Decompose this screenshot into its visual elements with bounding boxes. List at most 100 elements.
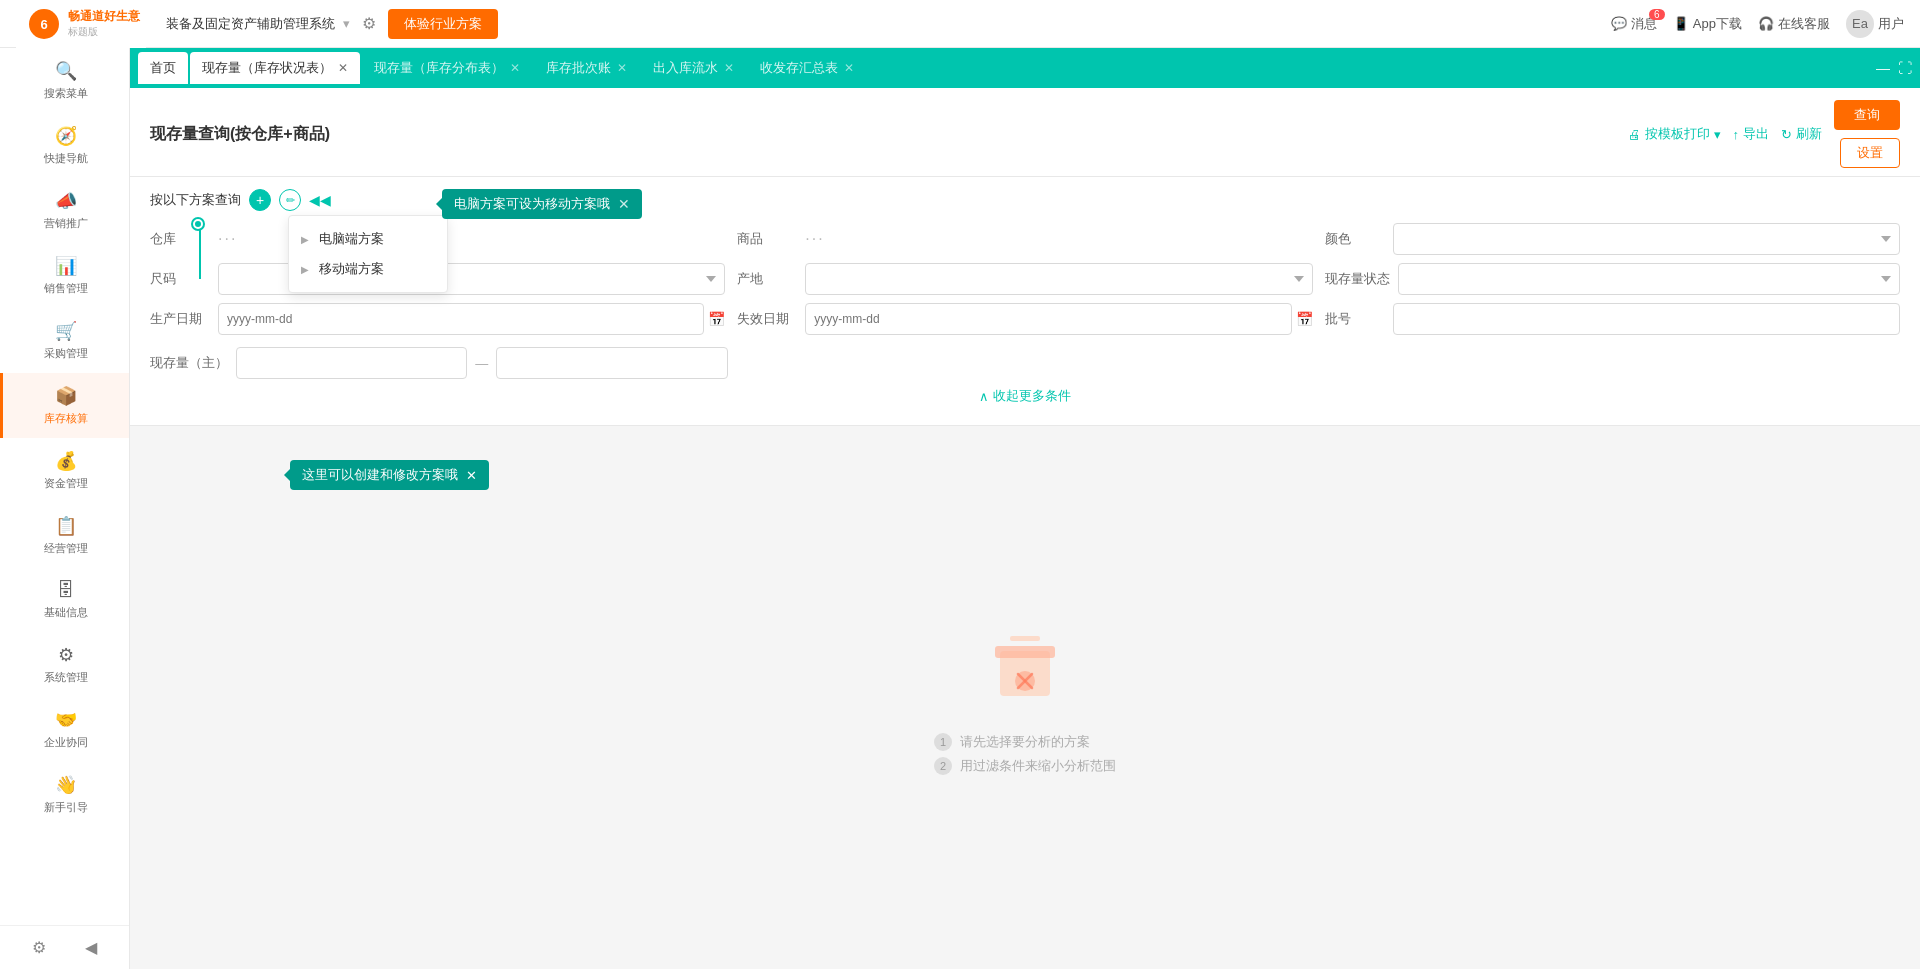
empty-hint-2: 2 用过滤条件来缩小分析范围: [934, 757, 1116, 775]
empty-hint-1: 1 请先选择要分析的方案: [934, 733, 1116, 751]
sidebar-item-company[interactable]: 🤝 企业协同: [0, 697, 129, 762]
avatar: Ea: [1846, 10, 1874, 38]
filter-edit-btn[interactable]: ✏: [279, 189, 301, 211]
produce-date-label: 生产日期: [150, 310, 210, 328]
print-btn[interactable]: 🖨 按模板打印 ▾: [1628, 125, 1721, 143]
stock-status-select[interactable]: [1398, 263, 1900, 295]
sidebar-label-system: 系统管理: [44, 670, 88, 685]
print-dropdown-icon[interactable]: ▾: [1714, 127, 1721, 142]
product-dots[interactable]: ···: [805, 230, 824, 248]
sidebar-item-inventory[interactable]: 📦 库存核算: [0, 373, 129, 438]
sidebar-item-newbie[interactable]: 👋 新手引导: [0, 762, 129, 827]
print-icon: 🖨: [1628, 127, 1641, 142]
sidebar-item-operations[interactable]: 📋 经营管理: [0, 503, 129, 568]
sidebar-item-purchase[interactable]: 🛒 采购管理: [0, 308, 129, 373]
sidebar: 🔍 搜索菜单 🧭 快捷导航 📣 营销推广 📊 销售管理 🛒 采购管理 📦: [0, 48, 130, 969]
app-download-label: App下载: [1693, 15, 1742, 33]
user-profile-item[interactable]: Ea 用户: [1846, 10, 1904, 38]
settings-gear-icon[interactable]: ⚙: [362, 14, 376, 33]
scheme-tooltip1-text: 电脑方案可设为移动方案哦: [454, 195, 610, 213]
tab-inventory-status-close[interactable]: ✕: [338, 61, 348, 75]
produce-date-start[interactable]: [218, 303, 704, 335]
collapse-label: 收起更多条件: [993, 387, 1071, 405]
batch-input[interactable]: [1393, 303, 1900, 335]
filter-field-stock-status: 现存量状态: [1325, 263, 1900, 295]
industry-btn[interactable]: 体验行业方案: [388, 9, 498, 39]
tab-inventory-dist[interactable]: 现存量（库存分布表） ✕: [362, 52, 532, 84]
filter-add-btn[interactable]: +: [249, 189, 271, 211]
sidebar-item-marketing[interactable]: 📣 营销推广: [0, 178, 129, 243]
sidebar-item-basic[interactable]: 🗄 基础信息: [0, 568, 129, 632]
tab-inout-flow-close[interactable]: ✕: [724, 61, 734, 75]
message-icon-item[interactable]: 💬 消息 6: [1611, 15, 1657, 33]
sidebar-item-guide[interactable]: 🧭 快捷导航: [0, 113, 129, 178]
scheme-tooltip2-close[interactable]: ✕: [466, 468, 477, 483]
system-selector[interactable]: 装备及固定资产辅助管理系统 ▾: [166, 15, 350, 33]
sidebar-label-marketing: 营销推广: [44, 216, 88, 231]
tab-inventory-dist-close[interactable]: ✕: [510, 61, 520, 75]
page-title: 现存量查询(按仓库+商品): [150, 124, 330, 145]
product-label: 商品: [737, 230, 797, 248]
scheme-connector-dot: [193, 219, 203, 229]
scheme-tooltip2: 这里可以创建和修改方案哦 ✕: [290, 460, 489, 490]
origin-select[interactable]: [805, 263, 1312, 295]
marketing-icon: 📣: [55, 190, 77, 212]
message-icon: 💬: [1611, 16, 1627, 31]
collapse-btn[interactable]: ∧ 收起更多条件: [150, 379, 1900, 413]
tab-inout-flow-label: 出入库流水: [653, 59, 718, 77]
refresh-btn[interactable]: ↻ 刷新: [1781, 125, 1822, 143]
sidebar-label-guide: 快捷导航: [44, 151, 88, 166]
set-btn[interactable]: 设置: [1840, 138, 1900, 168]
expire-date-start-calendar[interactable]: 📅: [1296, 311, 1313, 327]
qty-max-input[interactable]: [496, 347, 727, 379]
export-btn[interactable]: ↑ 导出: [1733, 125, 1770, 143]
tab-inventory-batch-close[interactable]: ✕: [617, 61, 627, 75]
color-select[interactable]: [1393, 223, 1900, 255]
origin-label: 产地: [737, 270, 797, 288]
inventory-icon: 📦: [55, 385, 77, 407]
expire-date-range: 📅: [805, 303, 1312, 335]
online-service-item[interactable]: 🎧 在线客服: [1758, 15, 1830, 33]
tab-home[interactable]: 首页: [138, 52, 188, 84]
tab-inventory-batch[interactable]: 库存批次账 ✕: [534, 52, 639, 84]
tab-inout-flow[interactable]: 出入库流水 ✕: [641, 52, 746, 84]
scheme-tooltip2-text: 这里可以创建和修改方案哦: [302, 466, 458, 484]
tab-receive-summary[interactable]: 收发存汇总表 ✕: [748, 52, 866, 84]
operations-icon: 📋: [55, 515, 77, 537]
warehouse-dots[interactable]: ···: [218, 230, 237, 248]
svg-rect-3: [995, 646, 1055, 658]
sidebar-label-purchase: 采购管理: [44, 346, 88, 361]
tab-receive-summary-close[interactable]: ✕: [844, 61, 854, 75]
sidebar-label-finance: 资金管理: [44, 476, 88, 491]
sidebar-settings-icon[interactable]: ⚙: [32, 938, 46, 957]
sidebar-item-sales[interactable]: 📊 销售管理: [0, 243, 129, 308]
online-service-label: 在线客服: [1778, 15, 1830, 33]
dropdown-icon[interactable]: ▾: [343, 16, 350, 31]
query-btn[interactable]: 查询: [1834, 100, 1900, 130]
sidebar-item-system[interactable]: ⚙ 系统管理: [0, 632, 129, 697]
sidebar-item-finance[interactable]: 💰 资金管理: [0, 438, 129, 503]
sidebar-item-search[interactable]: 🔍 搜索菜单: [0, 48, 129, 113]
expire-date-start[interactable]: [805, 303, 1291, 335]
filter-row-3: 生产日期 📅 失效日期 📅 批号: [150, 303, 1900, 335]
app-download-item[interactable]: 📱 App下载: [1673, 15, 1742, 33]
filter-field-origin: 产地: [737, 263, 1312, 295]
filter-back-arrow[interactable]: ◀◀: [309, 192, 331, 208]
tab-inventory-status[interactable]: 现存量（库存状况表） ✕: [190, 52, 360, 84]
scheme-mobile[interactable]: ▶ 移动端方案: [289, 254, 447, 284]
scheme-pc[interactable]: ▶ 电脑端方案: [289, 224, 447, 254]
window-expand-btn[interactable]: ⛶: [1898, 60, 1912, 76]
empty-text: 1 请先选择要分析的方案 2 用过滤条件来缩小分析范围: [934, 733, 1116, 775]
produce-date-start-calendar[interactable]: 📅: [708, 311, 725, 327]
window-minimize-btn[interactable]: —: [1876, 60, 1890, 76]
system-icon: ⚙: [58, 644, 74, 666]
tab-inventory-dist-label: 现存量（库存分布表）: [374, 59, 504, 77]
produce-date-range: 📅: [218, 303, 725, 335]
basic-icon: 🗄: [57, 580, 75, 601]
sidebar-collapse-icon[interactable]: ◀: [85, 938, 97, 957]
filter-field-product: 商品 ···: [737, 230, 1312, 248]
finance-icon: 💰: [55, 450, 77, 472]
qty-dash: —: [475, 356, 488, 371]
scheme-tooltip1-close[interactable]: ✕: [618, 196, 630, 212]
qty-min-input[interactable]: [236, 347, 467, 379]
